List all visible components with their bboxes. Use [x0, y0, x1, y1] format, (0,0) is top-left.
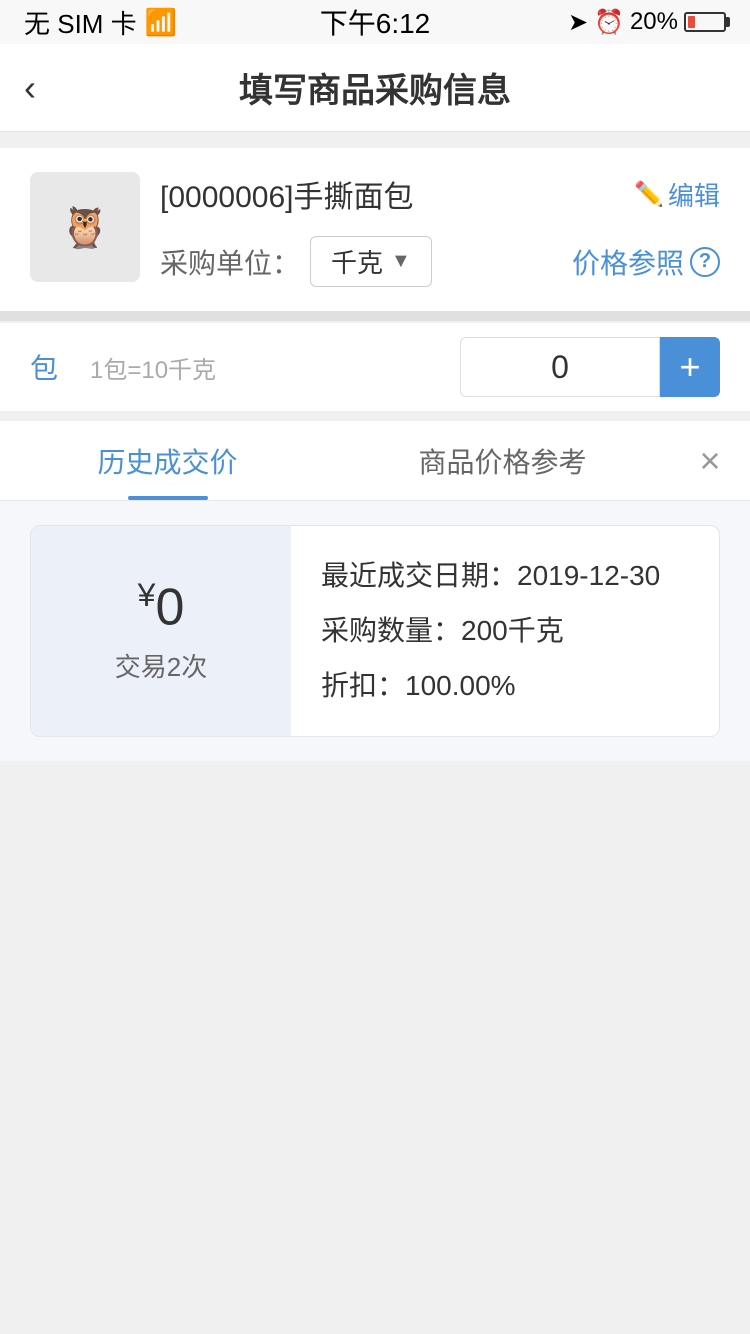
- info-icon: ?: [690, 247, 720, 277]
- status-left: 无 SIM 卡 📶: [24, 4, 177, 41]
- unit-label: 采购单位：: [160, 242, 300, 282]
- history-right: 最近成交日期：2019-12-30 采购数量：200千克 折扣：100.00%: [291, 526, 719, 736]
- carrier-label: 无 SIM 卡: [24, 4, 137, 41]
- tab-price-ref[interactable]: 商品价格参考: [335, 421, 670, 500]
- qty-value: 200千克: [461, 615, 564, 646]
- tab-close-button[interactable]: ×: [670, 440, 750, 482]
- price-symbol: ¥: [138, 577, 156, 613]
- price-ref-label: 价格参照: [572, 242, 684, 282]
- date-label: 最近成交日期：: [321, 560, 517, 591]
- discount-label: 折扣：: [321, 670, 405, 701]
- edit-label: 编辑: [668, 176, 720, 213]
- alarm-icon: ⏰: [594, 8, 624, 37]
- owl-icon: 🦉: [60, 204, 110, 251]
- tabs-panel: 历史成交价 商品价格参考 × ¥0 交易2次 最近成交日期：2019-12-30…: [0, 421, 750, 761]
- quantity-unit: 包: [30, 347, 70, 387]
- dropdown-arrow-icon: ▼: [391, 250, 411, 273]
- price-value: 0: [155, 578, 184, 636]
- product-info-top: [0000006]手撕面包 ✏️ 编辑: [160, 172, 720, 216]
- edit-icon: ✏️: [634, 180, 664, 209]
- history-transactions: 交易2次: [115, 647, 207, 684]
- quantity-input[interactable]: [460, 337, 660, 397]
- battery-percent: 20%: [630, 8, 678, 36]
- history-content: ¥0 交易2次 最近成交日期：2019-12-30 采购数量：200千克 折扣：…: [0, 501, 750, 761]
- nav-bar: ‹ 填写商品采购信息: [0, 44, 750, 132]
- unit-select[interactable]: 千克 ▼: [310, 236, 432, 287]
- unit-value: 千克: [331, 243, 383, 280]
- status-bar: 无 SIM 卡 📶 下午6:12 ➤ ⏰ 20%: [0, 0, 750, 44]
- history-quantity-row: 采购数量：200千克: [321, 611, 689, 650]
- product-image: 🦉: [30, 172, 140, 282]
- product-header: 🦉 [0000006]手撕面包 ✏️ 编辑 采购单位： 千克 ▼: [30, 172, 720, 287]
- divider: [0, 311, 750, 321]
- location-icon: ➤: [568, 8, 588, 37]
- qty-label: 采购数量：: [321, 615, 461, 646]
- history-left: ¥0 交易2次: [31, 526, 291, 736]
- quantity-plus-button[interactable]: +: [660, 337, 720, 397]
- status-time: 下午6:12: [320, 2, 431, 42]
- quantity-row: 包 1包=10千克 +: [0, 323, 750, 411]
- tab-price-ref-label: 商品价格参考: [418, 441, 586, 481]
- back-button[interactable]: ‹: [24, 67, 36, 109]
- history-date-row: 最近成交日期：2019-12-30: [321, 556, 689, 595]
- product-name: [0000006]手撕面包: [160, 172, 413, 216]
- tab-history-label: 历史成交价: [97, 441, 237, 481]
- quantity-hint: 1包=10千克: [90, 350, 216, 385]
- wifi-icon: 📶: [145, 7, 177, 38]
- product-info: [0000006]手撕面包 ✏️ 编辑 采购单位： 千克 ▼ 价格参照 ?: [160, 172, 720, 287]
- tabs-header: 历史成交价 商品价格参考 ×: [0, 421, 750, 501]
- history-discount-row: 折扣：100.00%: [321, 666, 689, 705]
- discount-value: 100.00%: [405, 670, 516, 701]
- status-right: ➤ ⏰ 20%: [568, 8, 726, 37]
- product-card: 🦉 [0000006]手撕面包 ✏️ 编辑 采购单位： 千克 ▼: [0, 148, 750, 311]
- product-unit-row: 采购单位： 千克 ▼ 价格参照 ?: [160, 236, 720, 287]
- history-price: ¥0: [138, 577, 185, 637]
- battery-icon: [684, 12, 726, 32]
- date-value: 2019-12-30: [517, 560, 660, 591]
- tab-underline: [128, 496, 208, 500]
- quantity-input-area: +: [236, 337, 720, 397]
- page-title: 填写商品采购信息: [239, 63, 511, 112]
- history-card: ¥0 交易2次 最近成交日期：2019-12-30 采购数量：200千克 折扣：…: [30, 525, 720, 737]
- edit-button[interactable]: ✏️ 编辑: [634, 176, 720, 213]
- tab-history[interactable]: 历史成交价: [0, 421, 335, 500]
- price-ref-button[interactable]: 价格参照 ?: [572, 242, 720, 282]
